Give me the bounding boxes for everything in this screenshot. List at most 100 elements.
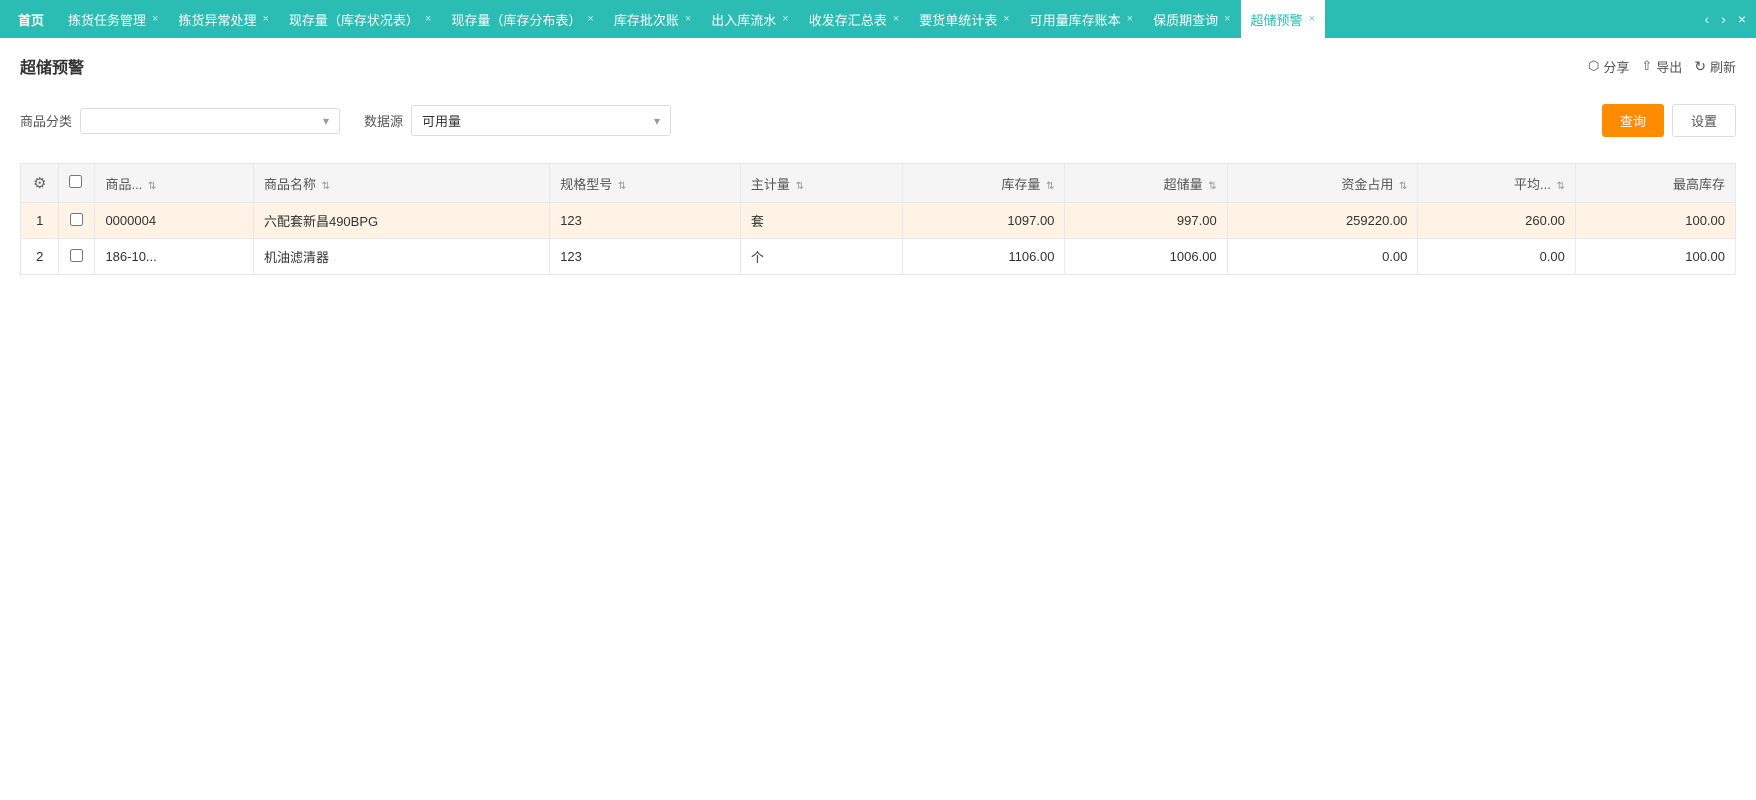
category-select[interactable]: ▾ [80, 108, 340, 134]
th-settings: ⚙ [21, 164, 59, 203]
table-body: 1 0000004 六配套新昌490BPG 123 套 1097.00 997.… [21, 203, 1736, 275]
top-navigation: 首页 拣货任务管理 × 拣货异常处理 × 现存量（库存状况表） × 现存量（库存… [0, 0, 1756, 38]
row-index: 1 [21, 203, 59, 239]
sort-icon[interactable]: ⇅ [1557, 181, 1565, 192]
close-icon[interactable]: × [262, 13, 268, 25]
close-icon[interactable]: × [1224, 13, 1230, 25]
th-overstock: 超储量 ⇅ [1065, 164, 1227, 203]
share-button[interactable]: ⬡ 分享 [1588, 57, 1629, 76]
tab-收发存汇总表[interactable]: 收发存汇总表 × [799, 0, 909, 38]
sort-icon[interactable]: ⇅ [618, 181, 626, 192]
th-stock: 库存量 ⇅ [903, 164, 1065, 203]
refresh-button[interactable]: ↻ 刷新 [1694, 57, 1736, 76]
filter-buttons: 查询 设置 [1602, 104, 1736, 137]
sort-icon[interactable]: ⇅ [322, 181, 330, 192]
row-name: 机油滤清器 [253, 239, 549, 275]
category-filter: 商品分类 ▾ [20, 108, 340, 134]
row-unit: 个 [740, 239, 902, 275]
row-max: 100.00 [1575, 203, 1735, 239]
tab-现存量库存状况表[interactable]: 现存量（库存状况表） × [279, 0, 441, 38]
row-overstock: 997.00 [1065, 203, 1227, 239]
page-header: 超储预警 ⬡ 分享 ⇧ 导出 ↻ 刷新 [20, 54, 1736, 78]
row-stock: 1097.00 [903, 203, 1065, 239]
th-avg: 平均... ⇅ [1418, 164, 1575, 203]
row-name: 六配套新昌490BPG [253, 203, 549, 239]
row-checkbox-cell [59, 203, 95, 239]
nav-next-button[interactable]: › [1715, 0, 1732, 38]
th-max: 最高库存 [1575, 164, 1735, 203]
row-capital: 259220.00 [1227, 203, 1418, 239]
close-icon[interactable]: × [587, 13, 593, 25]
close-icon[interactable]: × [152, 13, 158, 25]
nav-prev-button[interactable]: ‹ [1698, 0, 1715, 38]
column-settings-button[interactable]: ⚙ [31, 172, 48, 194]
row-code: 0000004 [95, 203, 254, 239]
row-checkbox-cell [59, 239, 95, 275]
close-icon[interactable]: × [1127, 13, 1133, 25]
row-stock: 1106.00 [903, 239, 1065, 275]
select-all-checkbox[interactable] [69, 175, 82, 188]
close-icon[interactable]: × [893, 13, 899, 25]
tab-可用量库存账本[interactable]: 可用量库存账本 × [1020, 0, 1143, 38]
close-icon[interactable]: × [1003, 13, 1009, 25]
nav-close-all-button[interactable]: × [1732, 0, 1752, 38]
row-avg: 260.00 [1418, 203, 1575, 239]
refresh-icon: ↻ [1694, 58, 1706, 75]
settings-button[interactable]: 设置 [1672, 104, 1736, 137]
query-button[interactable]: 查询 [1602, 104, 1664, 137]
tab-出入库流水[interactable]: 出入库流水 × [701, 0, 798, 38]
nav-home[interactable]: 首页 [4, 0, 58, 38]
close-icon[interactable]: × [1309, 13, 1315, 25]
page-title: 超储预警 [20, 54, 84, 78]
row-code: 186-10... [95, 239, 254, 275]
sort-icon[interactable]: ⇅ [1046, 181, 1054, 192]
row-spec: 123 [550, 239, 741, 275]
row-checkbox[interactable] [70, 213, 83, 226]
row-overstock: 1006.00 [1065, 239, 1227, 275]
chevron-down-icon: ▾ [654, 114, 660, 128]
close-icon[interactable]: × [685, 13, 691, 25]
tab-拣货任务管理[interactable]: 拣货任务管理 × [58, 0, 168, 38]
tab-要货单统计表[interactable]: 要货单统计表 × [909, 0, 1019, 38]
datasource-filter: 数据源 可用量 ▾ [364, 105, 671, 136]
tab-超储预警[interactable]: 超储预警 × [1241, 0, 1325, 38]
tab-库存批次账[interactable]: 库存批次账 × [604, 0, 701, 38]
row-avg: 0.00 [1418, 239, 1575, 275]
sort-icon[interactable]: ⇅ [148, 181, 156, 192]
chevron-down-icon: ▾ [323, 114, 329, 128]
th-name: 商品名称 ⇅ [253, 164, 549, 203]
th-checkbox [59, 164, 95, 203]
tab-拣货异常处理[interactable]: 拣货异常处理 × [168, 0, 278, 38]
row-index: 2 [21, 239, 59, 275]
row-checkbox[interactable] [70, 249, 83, 262]
tab-现存量库存分布表[interactable]: 现存量（库存分布表） × [441, 0, 603, 38]
sort-icon[interactable]: ⇅ [796, 181, 804, 192]
th-capital: 资金占用 ⇅ [1227, 164, 1418, 203]
th-code: 商品... ⇅ [95, 164, 254, 203]
table-row: 1 0000004 六配套新昌490BPG 123 套 1097.00 997.… [21, 203, 1736, 239]
row-spec: 123 [550, 203, 741, 239]
sort-icon[interactable]: ⇅ [1399, 181, 1407, 192]
share-icon: ⬡ [1588, 58, 1599, 74]
datasource-select[interactable]: 可用量 ▾ [411, 105, 671, 136]
row-capital: 0.00 [1227, 239, 1418, 275]
filter-bar: 商品分类 ▾ 数据源 可用量 ▾ 查询 设置 [20, 94, 1736, 147]
page-actions: ⬡ 分享 ⇧ 导出 ↻ 刷新 [1588, 57, 1736, 76]
close-icon[interactable]: × [782, 13, 788, 25]
row-unit: 套 [740, 203, 902, 239]
th-spec: 规格型号 ⇅ [550, 164, 741, 203]
datasource-select-value: 可用量 [422, 111, 461, 130]
tab-保质期查询[interactable]: 保质期查询 × [1143, 0, 1240, 38]
export-icon: ⇧ [1641, 58, 1652, 74]
nav-arrows: ‹ › × [1698, 0, 1752, 38]
page-content: 超储预警 ⬡ 分享 ⇧ 导出 ↻ 刷新 商品分类 ▾ 数据源 [0, 38, 1756, 800]
table-row: 2 186-10... 机油滤清器 123 个 1106.00 1006.00 … [21, 239, 1736, 275]
close-icon[interactable]: × [425, 13, 431, 25]
sort-icon[interactable]: ⇅ [1208, 181, 1216, 192]
th-unit: 主计量 ⇅ [740, 164, 902, 203]
row-max: 100.00 [1575, 239, 1735, 275]
table-header: ⚙ 商品... ⇅ 商品名称 ⇅ 规格型号 ⇅ 主计量 [21, 164, 1736, 203]
data-table: ⚙ 商品... ⇅ 商品名称 ⇅ 规格型号 ⇅ 主计量 [20, 163, 1736, 275]
category-label: 商品分类 [20, 111, 72, 130]
export-button[interactable]: ⇧ 导出 [1641, 57, 1682, 76]
